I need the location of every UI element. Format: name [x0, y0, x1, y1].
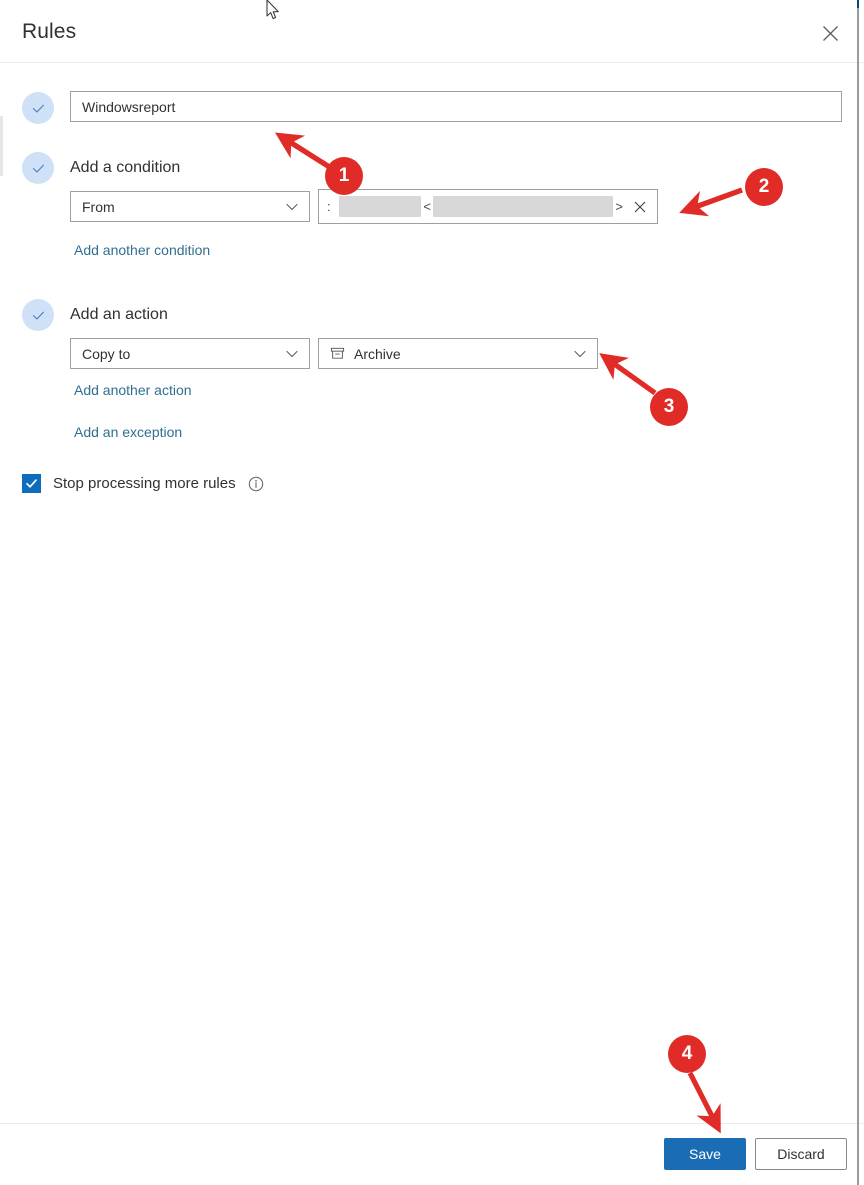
stop-processing-label: Stop processing more rules	[53, 475, 236, 492]
rules-panel: Rules Add a condition From	[0, 0, 864, 1185]
window-right-edge-accent	[857, 0, 859, 8]
pill-prefix-colon: :	[327, 199, 331, 214]
panel-footer: Save Discard	[0, 1123, 864, 1185]
action-folder-dropdown[interactable]: Archive	[318, 338, 598, 369]
remove-recipient-icon[interactable]	[631, 198, 649, 216]
callout-marker-2: 2	[745, 168, 783, 206]
chevron-down-icon	[286, 350, 298, 358]
discard-button[interactable]: Discard	[755, 1138, 847, 1170]
condition-check-icon	[22, 152, 54, 184]
action-type-value: Copy to	[82, 345, 131, 362]
save-button[interactable]: Save	[664, 1138, 746, 1170]
add-an-exception-link[interactable]: Add an exception	[74, 424, 182, 440]
condition-type-dropdown[interactable]: From	[70, 191, 310, 222]
panel-header: Rules	[0, 0, 864, 63]
callout-marker-4: 4	[668, 1035, 706, 1073]
chevron-down-icon	[286, 203, 298, 211]
callout-marker-3: 3	[650, 388, 688, 426]
pill-left-bracket: <	[423, 199, 432, 214]
condition-type-value: From	[82, 198, 115, 215]
panel-left-edge	[0, 116, 3, 176]
add-another-action-link[interactable]: Add another action	[74, 382, 192, 398]
condition-heading: Add a condition	[70, 159, 181, 176]
close-icon[interactable]	[814, 17, 846, 49]
rule-name-input[interactable]	[70, 91, 842, 122]
info-icon[interactable]	[248, 476, 264, 492]
redacted-display-name	[338, 196, 422, 217]
panel-body: Add a condition From : < >	[0, 64, 864, 1123]
action-check-icon	[22, 299, 54, 331]
callout-marker-1: 1	[325, 157, 363, 195]
archive-icon	[330, 346, 345, 361]
action-heading: Add an action	[70, 306, 168, 323]
condition-value-picker[interactable]: : < >	[318, 189, 658, 224]
page-title: Rules	[22, 20, 77, 43]
action-folder-value: Archive	[354, 345, 401, 362]
window-right-edge	[857, 0, 859, 1185]
stop-processing-row[interactable]: Stop processing more rules	[22, 474, 264, 493]
action-type-dropdown[interactable]: Copy to	[70, 338, 310, 369]
rule-name-check-icon	[22, 92, 54, 124]
add-another-condition-link[interactable]: Add another condition	[74, 242, 210, 258]
chevron-down-icon	[574, 350, 586, 358]
recipient-pill: : < >	[325, 196, 625, 218]
redacted-email-address	[433, 196, 614, 217]
stop-processing-checkbox[interactable]	[22, 474, 41, 493]
pill-right-bracket: >	[615, 199, 623, 214]
